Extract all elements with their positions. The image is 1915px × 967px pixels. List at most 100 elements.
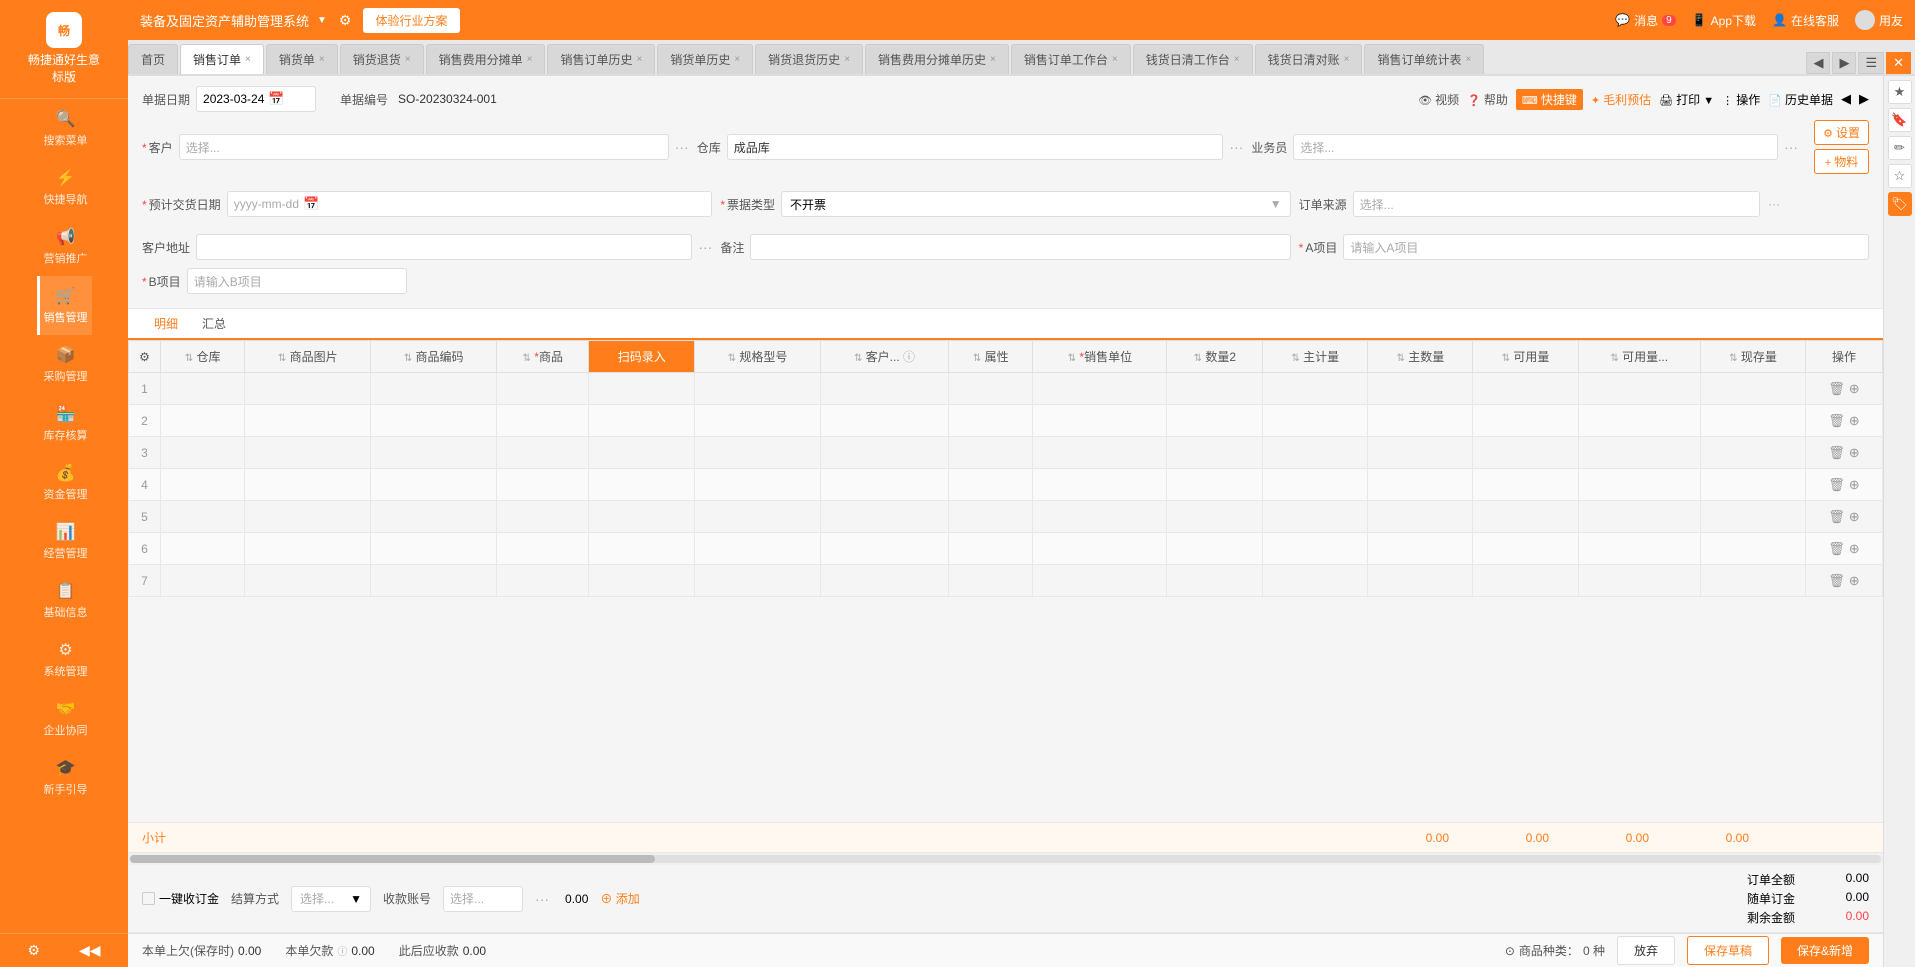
row-1-spec[interactable]	[695, 373, 821, 405]
warehouse-input[interactable]: 成品库	[727, 134, 1224, 160]
topbar-gear-button[interactable]: ⚙	[335, 8, 356, 33]
a-project-input[interactable]: 请输入A项目	[1343, 234, 1869, 260]
row-4-product[interactable]	[497, 469, 589, 501]
row-4-main-qty[interactable]	[1368, 469, 1473, 501]
tab-close-sales-order[interactable]: ×	[245, 54, 251, 65]
tab-fee-split[interactable]: 销售费用分摊单 ×	[426, 44, 546, 74]
row-1-product[interactable]	[497, 373, 589, 405]
row-7-main-unit[interactable]	[1263, 565, 1368, 597]
row-6-scan[interactable]	[589, 533, 695, 565]
online-service-button[interactable]: 👤 在线客服	[1772, 12, 1839, 29]
row-4-scan[interactable]	[589, 469, 695, 501]
row-7-scan[interactable]	[589, 565, 695, 597]
row-5-product[interactable]	[497, 501, 589, 533]
row-2-code[interactable]	[371, 405, 497, 437]
tab-home[interactable]: 首页	[128, 44, 178, 74]
account-more-btn[interactable]: ···	[535, 891, 549, 907]
row-1-main-unit[interactable]	[1263, 373, 1368, 405]
row-3-attr[interactable]	[949, 437, 1033, 469]
address-more-btn[interactable]: ···	[698, 239, 712, 255]
row-5-unit[interactable]	[1033, 501, 1167, 533]
row-6-code[interactable]	[371, 533, 497, 565]
row-5-customer-code[interactable]	[820, 501, 948, 533]
row-5-main-qty[interactable]	[1368, 501, 1473, 533]
sidebar-item-finance[interactable]: 💰 资金管理	[37, 453, 92, 512]
row-2-main-unit[interactable]	[1263, 405, 1368, 437]
row-7-warehouse[interactable]	[161, 565, 245, 597]
tab-next-button[interactable]: ▶	[1832, 52, 1856, 74]
customer-input[interactable]: 选择...	[179, 134, 669, 160]
row-3-main-qty[interactable]	[1368, 437, 1473, 469]
row-6-unit[interactable]	[1033, 533, 1167, 565]
sidebar-item-guide[interactable]: 🎓 新手引导	[37, 748, 92, 807]
row-2-delete-btn[interactable]: 🗑	[1828, 413, 1845, 429]
row-4-delete-btn[interactable]: 🗑	[1828, 477, 1845, 493]
tab-close-ret-hist[interactable]: ×	[844, 54, 850, 65]
row-2-warehouse[interactable]	[161, 405, 245, 437]
row-5-delete-btn[interactable]: 🗑	[1828, 509, 1845, 525]
row-1-code[interactable]	[371, 373, 497, 405]
row-2-main-qty[interactable]	[1368, 405, 1473, 437]
row-6-copy-btn[interactable]: ⊕	[1849, 541, 1860, 557]
row-1-qty2[interactable]	[1167, 373, 1263, 405]
tab-order-history[interactable]: 销售订单历史 ×	[547, 44, 655, 74]
sidebar-item-search[interactable]: 🔍 搜索菜单	[37, 99, 92, 158]
row-7-spec[interactable]	[695, 565, 821, 597]
history-btn2[interactable]: 📄 历史单据	[1768, 91, 1833, 108]
row-4-customer-code[interactable]	[820, 469, 948, 501]
date-input[interactable]: 2023-03-24 📅	[196, 86, 316, 112]
save-new-button[interactable]: 保存&新增	[1781, 937, 1869, 964]
sidebar-item-marketing[interactable]: 📢 营销推广	[37, 217, 92, 276]
rp-btn-1[interactable]: ★	[1888, 80, 1912, 104]
row-1-copy-btn[interactable]: ⊕	[1849, 381, 1860, 397]
row-7-unit[interactable]	[1033, 565, 1167, 597]
collapse-icon[interactable]: ◀◀	[79, 942, 101, 959]
scroll-thumb[interactable]	[130, 855, 655, 863]
method-select[interactable]: 选择... ▼	[291, 886, 371, 912]
staff-input[interactable]: 选择...	[1293, 134, 1778, 160]
settings-button[interactable]: ⚙ 设置	[1814, 120, 1869, 145]
row-7-code[interactable]	[371, 565, 497, 597]
b-project-input[interactable]: 请输入B项目	[187, 268, 407, 294]
row-4-copy-btn[interactable]: ⊕	[1849, 477, 1860, 493]
tab-daily-workbench[interactable]: 钱货日清工作台 ×	[1133, 44, 1253, 74]
row-2-unit[interactable]	[1033, 405, 1167, 437]
row-5-main-unit[interactable]	[1263, 501, 1368, 533]
row-6-delete-btn[interactable]: 🗑	[1828, 541, 1845, 557]
operate-btn2[interactable]: ⋮ 操作	[1722, 91, 1760, 108]
sidebar-item-inventory[interactable]: 🏪 库存核算	[37, 394, 92, 453]
tab-return-history[interactable]: 销货退货历史 ×	[755, 44, 863, 74]
row-5-code[interactable]	[371, 501, 497, 533]
row-4-main-unit[interactable]	[1263, 469, 1368, 501]
address-input[interactable]	[196, 234, 692, 260]
order-source-input[interactable]: 选择...	[1353, 191, 1760, 217]
row-3-product[interactable]	[497, 437, 589, 469]
row-3-code[interactable]	[371, 437, 497, 469]
row-6-spec[interactable]	[695, 533, 821, 565]
sidebar-item-base[interactable]: 📋 基础信息	[37, 571, 92, 630]
row-4-warehouse[interactable]	[161, 469, 245, 501]
row-7-copy-btn[interactable]: ⊕	[1849, 573, 1860, 589]
user-button[interactable]: 用友	[1855, 10, 1903, 30]
row-3-warehouse[interactable]	[161, 437, 245, 469]
row-3-copy-btn[interactable]: ⊕	[1849, 445, 1860, 461]
row-4-unit[interactable]	[1033, 469, 1167, 501]
row-7-customer-code[interactable]	[820, 565, 948, 597]
sidebar-item-quick[interactable]: ⚡ 快捷导航	[37, 158, 92, 217]
add-payment-button[interactable]: ⊕ 添加	[600, 890, 639, 907]
rp-btn-5[interactable]: 🏷	[1888, 192, 1912, 216]
row-2-qty2[interactable]	[1167, 405, 1263, 437]
row-2-scan[interactable]	[589, 405, 695, 437]
tab-close-all-button[interactable]: ✕	[1886, 52, 1911, 74]
note-input[interactable]	[750, 234, 1290, 260]
row-1-customer-code[interactable]	[820, 373, 948, 405]
row-5-warehouse[interactable]	[161, 501, 245, 533]
view-button[interactable]: 👁 视频	[1418, 91, 1459, 108]
row-4-code[interactable]	[371, 469, 497, 501]
row-6-product[interactable]	[497, 533, 589, 565]
shortcut-btn2[interactable]: ⌨ 快捷键	[1516, 89, 1583, 110]
tab-summary[interactable]: 汇总	[190, 309, 238, 338]
tab-close-invoice[interactable]: ×	[319, 54, 325, 65]
row-3-main-unit[interactable]	[1263, 437, 1368, 469]
row-1-delete-btn[interactable]: 🗑	[1828, 381, 1845, 397]
